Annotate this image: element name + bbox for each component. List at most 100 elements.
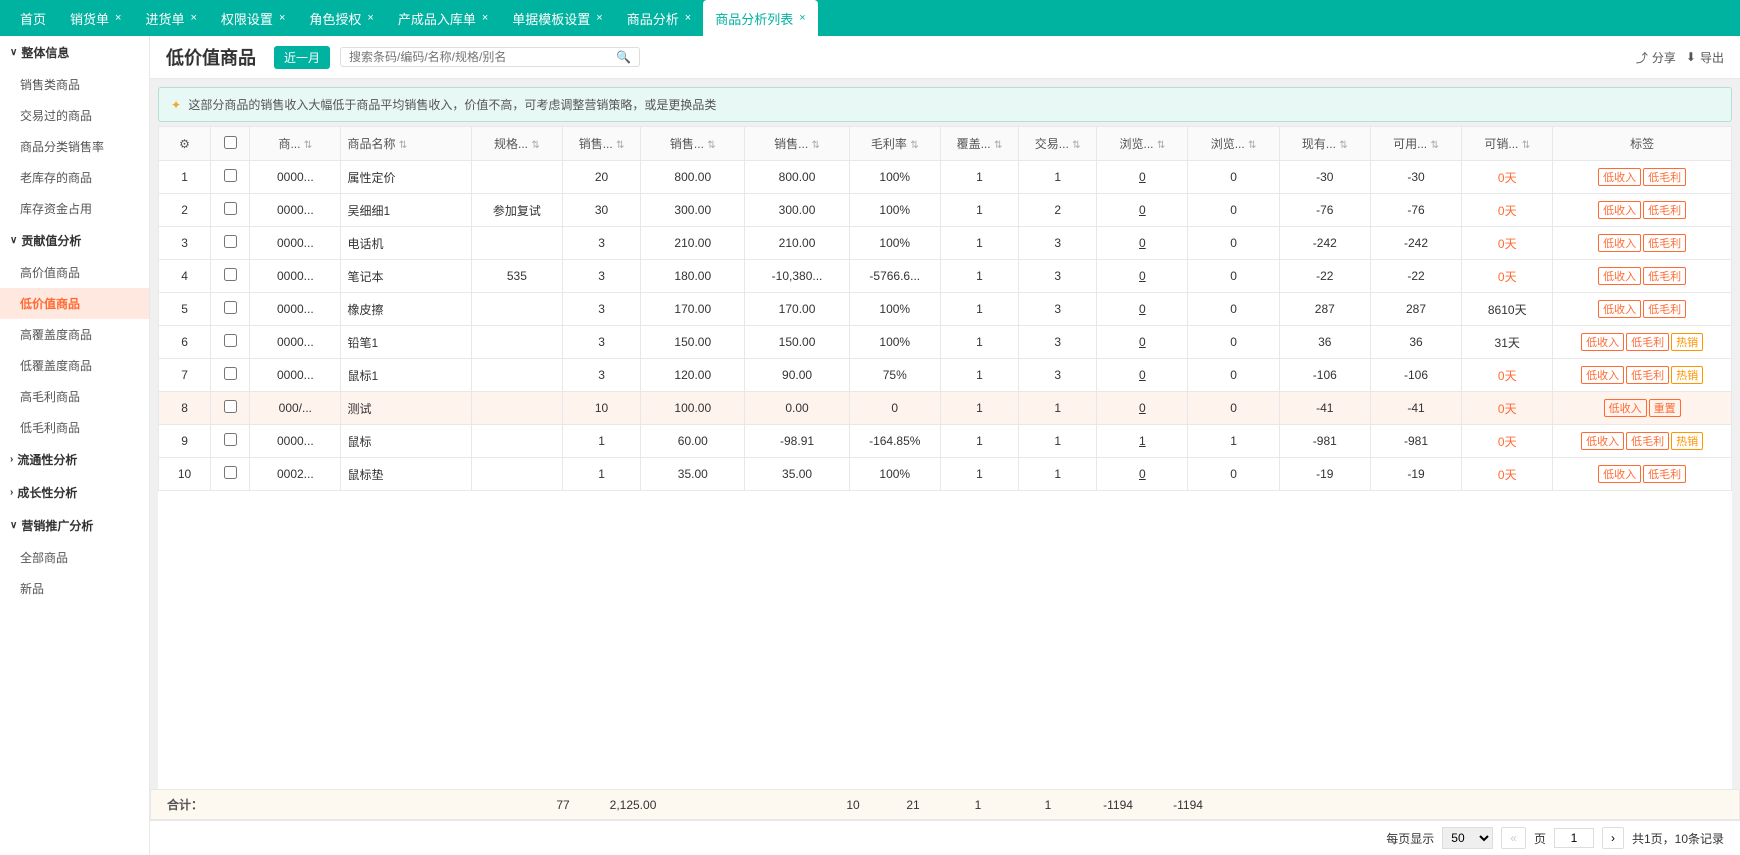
nav-home[interactable]: 首页 <box>8 0 58 36</box>
th-sell[interactable]: 可销... ⇅ <box>1462 127 1553 161</box>
row-checkbox-cell[interactable] <box>211 260 250 293</box>
th-sales-qty[interactable]: 销售... ⇅ <box>562 127 640 161</box>
view1-link[interactable]: 0 <box>1139 203 1146 217</box>
row-checkbox-cell[interactable] <box>211 161 250 194</box>
row-checkbox[interactable] <box>224 301 237 314</box>
row-checkbox[interactable] <box>224 202 237 215</box>
row-view1-cell[interactable]: 0 <box>1097 392 1188 425</box>
th-spec[interactable]: 规格... ⇅ <box>471 127 562 161</box>
row-checkbox-cell[interactable] <box>211 359 250 392</box>
view1-link[interactable]: 0 <box>1139 401 1146 415</box>
sidebar-item-stock-fund[interactable]: 库存资金占用 <box>0 193 149 224</box>
sidebar-section-overall[interactable]: ∨整体信息 <box>0 36 149 69</box>
row-checkbox[interactable] <box>224 235 237 248</box>
nav-warehouse[interactable]: 产成品入库单 × <box>386 0 500 36</box>
row-checkbox[interactable] <box>224 367 237 380</box>
row-view1-cell[interactable]: 0 <box>1097 227 1188 260</box>
nav-analysis-list[interactable]: 商品分析列表 × <box>703 0 817 36</box>
sidebar-item-low-value[interactable]: 低价值商品 <box>0 288 149 319</box>
row-view1-cell[interactable]: 0 <box>1097 260 1188 293</box>
sidebar-item-old-stock[interactable]: 老库存的商品 <box>0 162 149 193</box>
view1-link[interactable]: 1 <box>1139 434 1146 448</box>
row-checkbox[interactable] <box>224 466 237 479</box>
th-settings[interactable]: ⚙ <box>159 127 211 161</box>
time-filter-button[interactable]: 近一月 <box>274 46 330 69</box>
nav-analysis-close[interactable]: × <box>685 12 691 24</box>
sidebar-section-contribution[interactable]: ∨贡献值分析 <box>0 224 149 257</box>
th-curr[interactable]: 现有... ⇅ <box>1279 127 1370 161</box>
nav-analysis-list-close[interactable]: × <box>799 12 805 24</box>
view1-link[interactable]: 0 <box>1139 236 1146 250</box>
row-checkbox-cell[interactable] <box>211 293 250 326</box>
row-checkbox-cell[interactable] <box>211 392 250 425</box>
row-view1-cell[interactable]: 0 <box>1097 359 1188 392</box>
nav-analysis[interactable]: 商品分析 × <box>615 0 703 36</box>
row-checkbox[interactable] <box>224 334 237 347</box>
th-view1[interactable]: 浏览... ⇅ <box>1097 127 1188 161</box>
sidebar-section-flow[interactable]: ›流通性分析 <box>0 443 149 476</box>
search-icon[interactable]: 🔍 <box>616 50 631 64</box>
row-checkbox[interactable] <box>224 433 237 446</box>
nav-warehouse-close[interactable]: × <box>482 12 488 24</box>
view1-link[interactable]: 0 <box>1139 368 1146 382</box>
row-view1-cell[interactable]: 1 <box>1097 425 1188 458</box>
nav-purchase[interactable]: 进货单 × <box>133 0 208 36</box>
sidebar-item-new-products[interactable]: 新品 <box>0 573 149 604</box>
row-view1-cell[interactable]: 0 <box>1097 161 1188 194</box>
sidebar-item-category-rate[interactable]: 商品分类销售率 <box>0 131 149 162</box>
row-view1-cell[interactable]: 0 <box>1097 458 1188 491</box>
sidebar-item-low-margin[interactable]: 低毛利商品 <box>0 412 149 443</box>
th-sales-avg[interactable]: 销售... ⇅ <box>745 127 849 161</box>
row-checkbox[interactable] <box>224 400 237 413</box>
th-checkbox[interactable] <box>211 127 250 161</box>
nav-permission[interactable]: 权限设置 × <box>209 0 297 36</box>
sidebar-item-high-coverage[interactable]: 高覆盖度商品 <box>0 319 149 350</box>
th-name[interactable]: 商品名称 ⇅ <box>341 127 471 161</box>
th-view2[interactable]: 浏览... ⇅ <box>1188 127 1279 161</box>
nav-role[interactable]: 角色授权 × <box>297 0 385 36</box>
export-button[interactable]: ⬇ 导出 <box>1686 49 1724 66</box>
th-cover[interactable]: 覆盖... ⇅ <box>940 127 1018 161</box>
sidebar-section-marketing[interactable]: ∨营销推广分析 <box>0 509 149 542</box>
th-trade[interactable]: 交易... ⇅ <box>1019 127 1097 161</box>
nav-permission-close[interactable]: × <box>279 12 285 24</box>
first-page-button[interactable]: « <box>1501 827 1526 849</box>
th-margin[interactable]: 毛利率 ⇅ <box>849 127 940 161</box>
page-size-select[interactable]: 50 100 200 <box>1442 827 1493 849</box>
sidebar-item-high-value[interactable]: 高价值商品 <box>0 257 149 288</box>
select-all-checkbox[interactable] <box>224 136 237 149</box>
view1-link[interactable]: 0 <box>1139 170 1146 184</box>
search-input[interactable] <box>349 50 616 64</box>
row-view1-cell[interactable]: 0 <box>1097 293 1188 326</box>
sidebar-item-all-products[interactable]: 全部商品 <box>0 542 149 573</box>
th-sales-amt[interactable]: 销售... ⇅ <box>641 127 745 161</box>
page-input[interactable] <box>1554 828 1594 848</box>
next-page-button[interactable]: › <box>1602 827 1624 849</box>
row-checkbox[interactable] <box>224 268 237 281</box>
nav-role-close[interactable]: × <box>367 12 373 24</box>
view1-link[interactable]: 0 <box>1139 335 1146 349</box>
row-checkbox-cell[interactable] <box>211 458 250 491</box>
table-container[interactable]: ⚙ 商... ⇅ 商品名称 ⇅ 规格... ⇅ 销售... ⇅ 销售... ⇅ … <box>158 126 1732 789</box>
row-checkbox-cell[interactable] <box>211 425 250 458</box>
nav-template-close[interactable]: × <box>596 12 602 24</box>
sidebar-section-growth[interactable]: ›成长性分析 <box>0 476 149 509</box>
sidebar-item-sales-products[interactable]: 销售类商品 <box>0 69 149 100</box>
nav-template[interactable]: 单据模板设置 × <box>500 0 614 36</box>
nav-sales-close[interactable]: × <box>115 12 121 24</box>
row-checkbox[interactable] <box>224 169 237 182</box>
th-code[interactable]: 商... ⇅ <box>250 127 341 161</box>
sidebar-item-high-margin[interactable]: 高毛利商品 <box>0 381 149 412</box>
row-checkbox-cell[interactable] <box>211 227 250 260</box>
view1-link[interactable]: 0 <box>1139 302 1146 316</box>
row-checkbox-cell[interactable] <box>211 326 250 359</box>
view1-link[interactable]: 0 <box>1139 467 1146 481</box>
sidebar-item-low-coverage[interactable]: 低覆盖度商品 <box>0 350 149 381</box>
th-avail[interactable]: 可用... ⇅ <box>1370 127 1461 161</box>
nav-sales[interactable]: 销货单 × <box>58 0 133 36</box>
nav-purchase-close[interactable]: × <box>190 12 196 24</box>
row-view1-cell[interactable]: 0 <box>1097 194 1188 227</box>
view1-link[interactable]: 0 <box>1139 269 1146 283</box>
row-view1-cell[interactable]: 0 <box>1097 326 1188 359</box>
row-checkbox-cell[interactable] <box>211 194 250 227</box>
